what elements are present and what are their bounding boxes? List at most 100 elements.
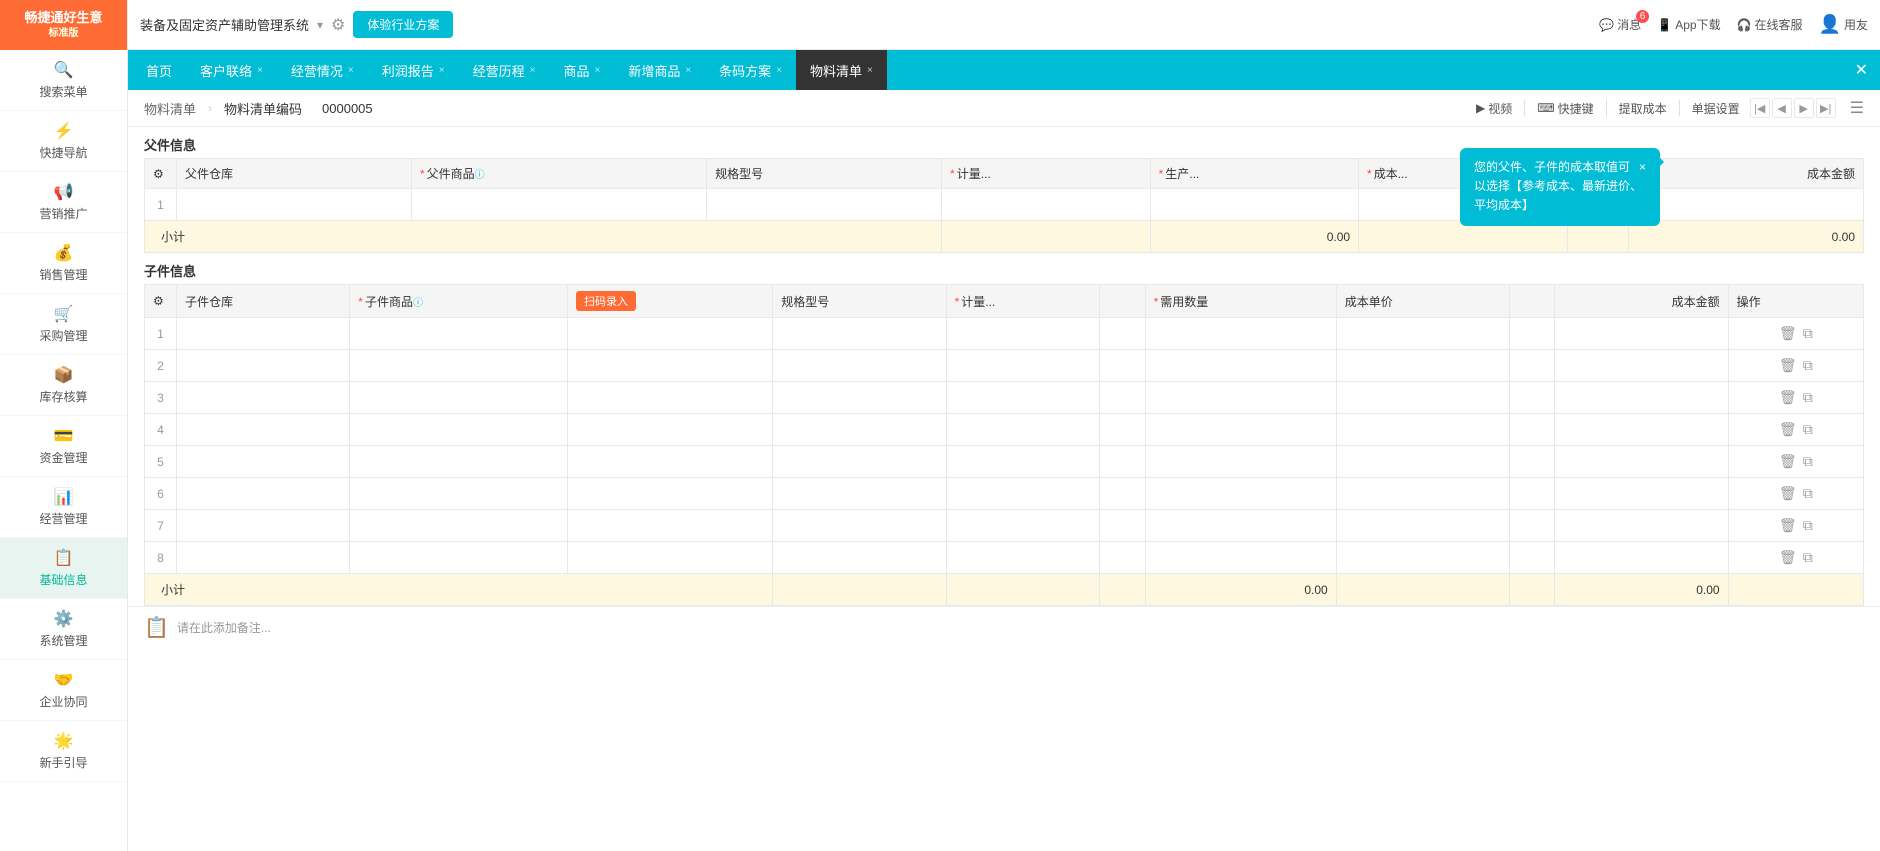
first-page-arrow[interactable]: |◀ (1750, 98, 1770, 118)
child-row-6-unit-price[interactable] (1336, 478, 1509, 510)
copy-icon-row-2[interactable]: ⧉ (1803, 357, 1813, 374)
copy-icon-row-7[interactable]: ⧉ (1803, 517, 1813, 534)
child-col-scan[interactable]: 扫码录入 (568, 285, 773, 318)
child-row-5-unit[interactable] (946, 446, 1100, 478)
app-download-item[interactable]: 📱 App下载 (1657, 16, 1720, 33)
close-all-tabs-button[interactable]: ✕ (1847, 60, 1876, 80)
sidebar-item-purchase[interactable]: 🛒采购管理 (0, 294, 127, 355)
child-row-2-unit-price[interactable] (1336, 350, 1509, 382)
child-row-7-warehouse[interactable] (177, 510, 350, 542)
sidebar-item-collab[interactable]: 🤝企业协同 (0, 660, 127, 721)
sidebar-item-system[interactable]: ⚙️系统管理 (0, 599, 127, 660)
delete-icon-row-2[interactable]: 🗑 (1779, 357, 1797, 374)
copy-icon-row-1[interactable]: ⧉ (1803, 325, 1813, 342)
nav-tab-goods[interactable]: 商品 × (549, 50, 614, 90)
child-row-8-unit-price[interactable] (1336, 542, 1509, 574)
delete-icon-row-6[interactable]: 🗑 (1779, 485, 1797, 502)
extract-cost-button[interactable]: 提取成本 (1619, 100, 1667, 117)
child-row-4-qty[interactable] (1145, 414, 1336, 446)
tab-close-bill-of-materials[interactable]: × (867, 65, 873, 76)
child-row-8-goods[interactable] (350, 542, 568, 574)
child-row-5-unit-price[interactable] (1336, 446, 1509, 478)
breadcrumb-bom-code[interactable]: 物料清单编码 (224, 99, 302, 118)
child-row-4-goods[interactable] (350, 414, 568, 446)
scan-button[interactable]: 扫码录入 (576, 291, 636, 311)
child-row-1-warehouse[interactable] (177, 318, 350, 350)
gear-icon[interactable]: ⚙ (331, 15, 345, 35)
child-row-1-spec[interactable] (773, 318, 946, 350)
child-row-5-spec[interactable] (773, 446, 946, 478)
child-row-3-unit-price[interactable] (1336, 382, 1509, 414)
child-row-7-spec[interactable] (773, 510, 946, 542)
tooltip-close-button[interactable]: × (1639, 158, 1646, 177)
child-row-6-qty[interactable] (1145, 478, 1336, 510)
child-row-6-unit[interactable] (946, 478, 1100, 510)
parent-row-1-production[interactable] (1150, 189, 1358, 221)
delete-icon-row-4[interactable]: 🗑 (1779, 421, 1797, 438)
child-row-6-goods[interactable] (350, 478, 568, 510)
child-row-3-warehouse[interactable] (177, 382, 350, 414)
child-row-2-warehouse[interactable] (177, 350, 350, 382)
parent-row-1-warehouse[interactable] (177, 189, 412, 221)
child-row-3-goods[interactable] (350, 382, 568, 414)
nav-tab-customer[interactable]: 客户联络 × (186, 50, 277, 90)
nav-tab-new-goods[interactable]: 新增商品 × (614, 50, 705, 90)
child-row-3-qty[interactable] (1145, 382, 1336, 414)
child-row-7-qty[interactable] (1145, 510, 1336, 542)
video-button[interactable]: ▶ 视频 (1476, 100, 1512, 117)
tab-close-goods[interactable]: × (594, 65, 600, 76)
child-row-4-unit-price[interactable] (1336, 414, 1509, 446)
sidebar-item-marketing[interactable]: 📢营销推广 (0, 172, 127, 233)
sidebar-item-sales[interactable]: 💰销售管理 (0, 233, 127, 294)
nav-tab-barcode[interactable]: 条码方案 × (705, 50, 796, 90)
shortcut-button[interactable]: ⌨ 快捷键 (1537, 100, 1593, 117)
delete-icon-row-3[interactable]: 🗑 (1779, 389, 1797, 406)
nav-tab-home[interactable]: 首页 (132, 50, 186, 90)
next-page-arrow[interactable]: ▶ (1794, 98, 1814, 118)
sidebar-item-operation[interactable]: 📊经营管理 (0, 477, 127, 538)
child-row-8-qty[interactable] (1145, 542, 1336, 574)
child-row-1-qty[interactable] (1145, 318, 1336, 350)
child-row-7-unit-price[interactable] (1336, 510, 1509, 542)
sidebar-item-basic[interactable]: 📋基础信息 (0, 538, 127, 599)
child-row-1-goods[interactable] (350, 318, 568, 350)
child-row-6-spec[interactable] (773, 478, 946, 510)
child-row-6-warehouse[interactable] (177, 478, 350, 510)
child-row-5-qty[interactable] (1145, 446, 1336, 478)
child-row-2-spec[interactable] (773, 350, 946, 382)
child-row-1-unit[interactable] (946, 318, 1100, 350)
child-row-7-goods[interactable] (350, 510, 568, 542)
child-col-gear[interactable]: ⚙ (145, 285, 177, 318)
sidebar-item-quick-nav[interactable]: ⚡快捷导航 (0, 111, 127, 172)
sidebar-item-search[interactable]: 🔍搜索菜单 (0, 50, 127, 111)
online-service-item[interactable]: 🎧 在线客服 (1737, 16, 1803, 33)
copy-icon-row-3[interactable]: ⧉ (1803, 389, 1813, 406)
nav-tab-operation-status[interactable]: 经营情况 × (277, 50, 368, 90)
parent-col-gear[interactable]: ⚙ (145, 159, 177, 189)
child-row-4-spec[interactable] (773, 414, 946, 446)
child-row-2-goods[interactable] (350, 350, 568, 382)
tab-close-operation-status[interactable]: × (348, 65, 354, 76)
child-row-3-unit[interactable] (946, 382, 1100, 414)
child-row-3-spec[interactable] (773, 382, 946, 414)
tab-close-barcode[interactable]: × (776, 65, 782, 76)
nav-tab-profit[interactable]: 利润报告 × (368, 50, 459, 90)
delete-icon-row-5[interactable]: 🗑 (1779, 453, 1797, 470)
tab-close-new-goods[interactable]: × (685, 65, 691, 76)
single-settings-button[interactable]: 单据设置 (1692, 100, 1740, 117)
copy-icon-row-6[interactable]: ⧉ (1803, 485, 1813, 502)
tab-close-operation-history[interactable]: × (530, 65, 536, 76)
last-page-arrow[interactable]: ▶| (1816, 98, 1836, 118)
breadcrumb-bom[interactable]: 物料清单 (144, 99, 196, 118)
copy-icon-row-4[interactable]: ⧉ (1803, 421, 1813, 438)
parent-row-1-spec[interactable] (707, 189, 942, 221)
child-row-8-warehouse[interactable] (177, 542, 350, 574)
sidebar-item-guide[interactable]: 🌟新手引导 (0, 721, 127, 782)
dropdown-icon[interactable]: ▾ (317, 18, 323, 32)
message-item[interactable]: 💬 消息 6 (1599, 16, 1641, 33)
child-row-2-unit[interactable] (946, 350, 1100, 382)
parent-row-1-unit[interactable] (942, 189, 1150, 221)
child-row-5-goods[interactable] (350, 446, 568, 478)
child-row-4-warehouse[interactable] (177, 414, 350, 446)
tab-close-profit[interactable]: × (439, 65, 445, 76)
